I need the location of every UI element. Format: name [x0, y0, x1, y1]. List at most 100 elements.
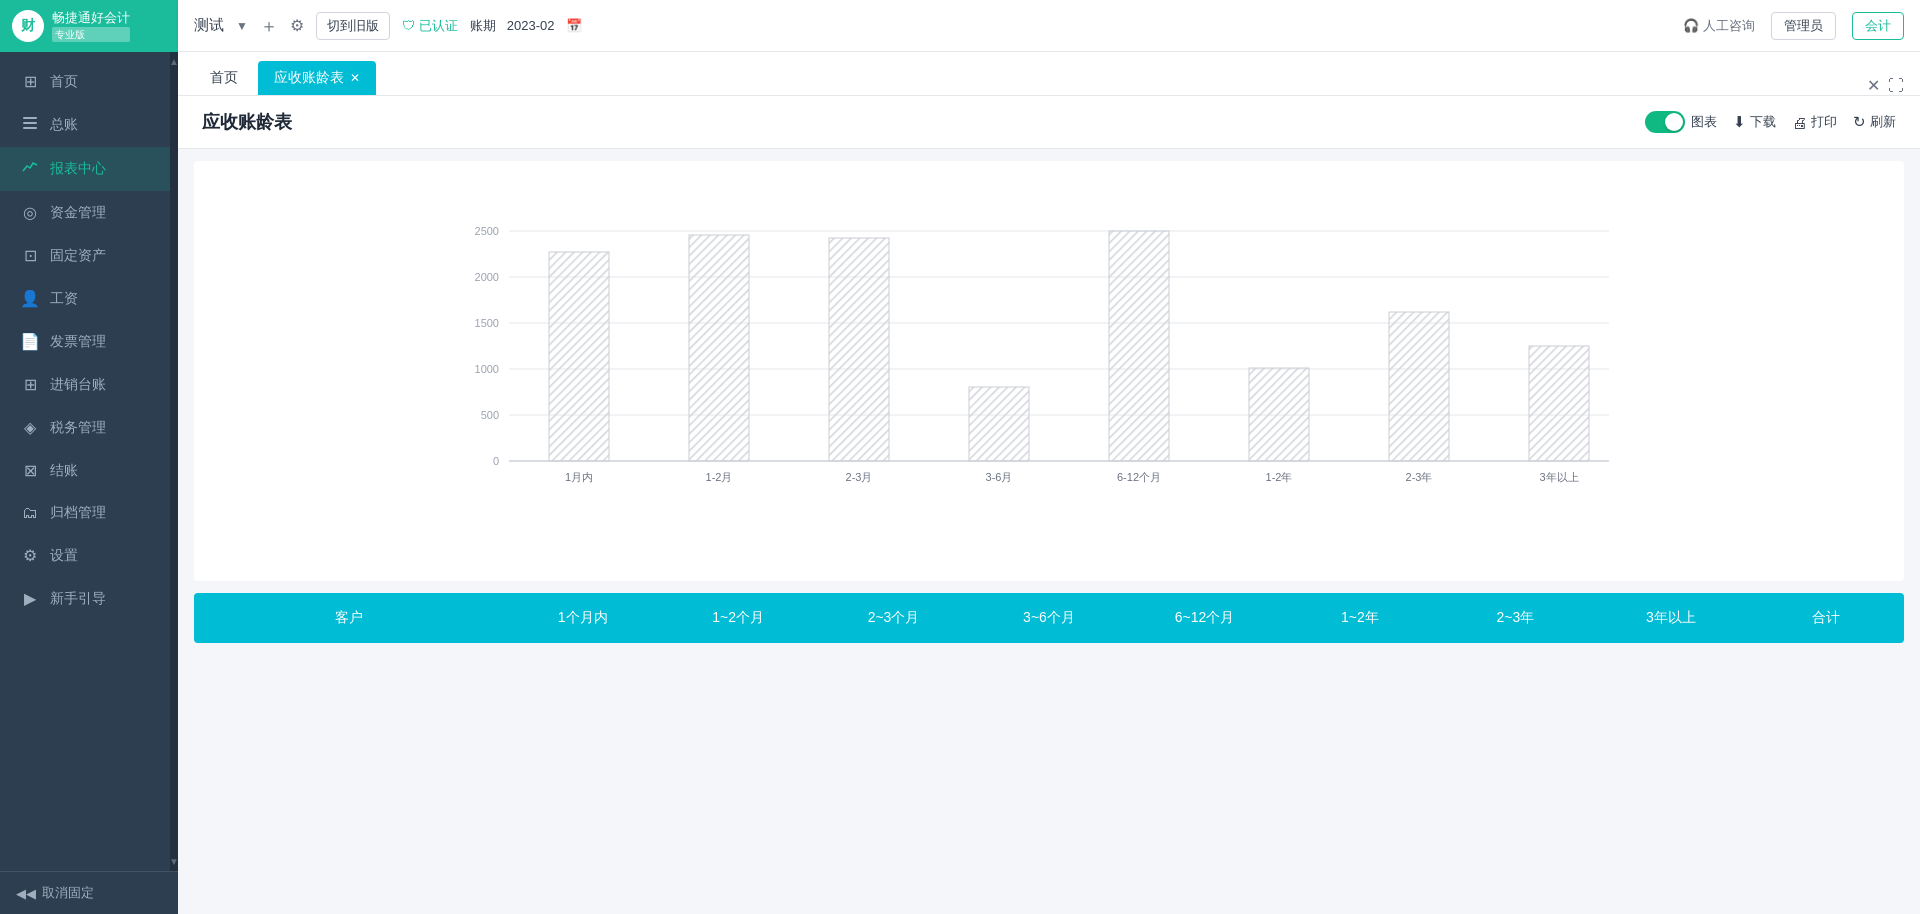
settings-icon: ⚙	[20, 546, 40, 565]
sidebar-item-archive[interactable]: 🗂 归档管理	[0, 492, 170, 534]
archive-icon: 🗂	[20, 504, 40, 522]
sidebar-label-home: 首页	[50, 73, 78, 91]
add-company-btn[interactable]: ＋	[260, 14, 278, 38]
svg-text:2-3年: 2-3年	[1406, 471, 1433, 483]
close-account-icon: ⊠	[20, 461, 40, 480]
svg-text:1-2年: 1-2年	[1266, 471, 1293, 483]
page-actions: 图表 ⬇ 下载 🖨 打印 ↻ 刷新	[1645, 111, 1896, 133]
refresh-btn[interactable]: ↻ 刷新	[1853, 113, 1896, 131]
svg-text:6-12个月: 6-12个月	[1117, 471, 1161, 483]
refresh-icon: ↻	[1853, 113, 1866, 131]
certified-badge: 🛡 已认证	[402, 17, 458, 35]
chart-toggle[interactable]	[1645, 111, 1685, 133]
table-header: 客户 1个月内 1~2个月 2~3个月 3~6个月 6~12个月 1~2年 2~…	[194, 593, 1904, 643]
app-badge: 专业版	[52, 27, 130, 42]
svg-rect-2	[23, 127, 37, 129]
download-icon: ⬇	[1733, 113, 1746, 131]
th-3plus-year: 3年以上	[1593, 593, 1748, 643]
sidebar-footer: ◀◀ 取消固定	[0, 871, 178, 914]
th-1-2year: 1~2年	[1282, 593, 1437, 643]
scroll-down-btn[interactable]: ▼	[169, 856, 178, 867]
tab-bar-actions: ✕ ⛶	[1867, 76, 1904, 95]
sidebar-item-home[interactable]: ⊞ 首页	[0, 60, 170, 103]
svg-text:3-6月: 3-6月	[986, 471, 1013, 483]
sidebar-item-tax[interactable]: ◈ 税务管理	[0, 406, 170, 449]
inventory-icon: ⊞	[20, 375, 40, 394]
print-btn[interactable]: 🖨 打印	[1792, 113, 1837, 131]
bar-1-2month	[689, 235, 749, 461]
svg-rect-1	[23, 122, 37, 124]
svg-text:0: 0	[493, 455, 499, 467]
settings-btn[interactable]: ⚙	[290, 16, 304, 35]
sidebar-item-salary[interactable]: 👤 工资	[0, 277, 170, 320]
sidebar-item-close[interactable]: ⊠ 结账	[0, 449, 170, 492]
window-close-btn[interactable]: ✕	[1867, 76, 1880, 95]
cancel-fixed-btn[interactable]: ◀◀ 取消固定	[16, 884, 162, 902]
page-content: 应收账龄表 图表 ⬇ 下载 🖨 打印 ↻ 刷新	[178, 96, 1920, 914]
sidebar-item-ledger[interactable]: 总账	[0, 103, 170, 147]
tab-bar: 首页 应收账龄表 ✕ ✕ ⛶	[178, 52, 1920, 96]
main-content: 测试 ▼ ＋ ⚙ 切到旧版 🛡 已认证 账期 2023-02 📅 🎧 人工咨询 …	[178, 0, 1920, 914]
switch-version-btn[interactable]: 切到旧版	[316, 12, 390, 40]
manager-btn[interactable]: 管理员	[1771, 12, 1836, 40]
refresh-label: 刷新	[1870, 113, 1896, 131]
sidebar-logo: 财 畅捷通好会计 专业版	[0, 0, 178, 52]
certified-label: 已认证	[419, 17, 458, 35]
sidebar-item-invoice[interactable]: 📄 发票管理	[0, 320, 170, 363]
home-icon: ⊞	[20, 72, 40, 91]
sidebar-item-settings[interactable]: ⚙ 设置	[0, 534, 170, 577]
th-3-6month: 3~6个月	[971, 593, 1126, 643]
bar-2-3year	[1389, 312, 1449, 461]
print-icon: 🖨	[1792, 114, 1807, 131]
cancel-fixed-label: 取消固定	[42, 884, 94, 902]
sidebar-label-close: 结账	[50, 462, 78, 480]
th-1month: 1个月内	[505, 593, 660, 643]
assets-icon: ⊡	[20, 246, 40, 265]
company-dropdown-btn[interactable]: ▼	[236, 19, 248, 33]
th-total: 合计	[1749, 593, 1904, 643]
sidebar-item-reports[interactable]: 报表中心	[0, 147, 170, 191]
page-header: 应收账龄表 图表 ⬇ 下载 🖨 打印 ↻ 刷新	[178, 96, 1920, 149]
sidebar: 财 畅捷通好会计 专业版 ⊞ 首页 总账 报表中心	[0, 0, 178, 914]
logo-icon: 财	[12, 10, 44, 42]
sidebar-item-inventory[interactable]: ⊞ 进销台账	[0, 363, 170, 406]
consult-btn[interactable]: 🎧 人工咨询	[1683, 17, 1755, 35]
sidebar-item-funds[interactable]: ◎ 资金管理	[0, 191, 170, 234]
sidebar-label-archive: 归档管理	[50, 504, 106, 522]
certified-icon: 🛡	[402, 18, 415, 33]
tab-home-label: 首页	[210, 69, 238, 87]
cancel-fixed-icon: ◀◀	[16, 886, 36, 901]
sidebar-label-settings: 设置	[50, 547, 78, 565]
page-title: 应收账龄表	[202, 110, 292, 134]
accountant-btn[interactable]: 会计	[1852, 12, 1904, 40]
svg-rect-0	[23, 117, 37, 119]
calendar-icon[interactable]: 📅	[566, 18, 582, 33]
bar-3-6month	[969, 387, 1029, 461]
period-value: 2023-02	[507, 18, 555, 33]
window-expand-btn[interactable]: ⛶	[1888, 77, 1904, 95]
ledger-icon	[20, 115, 40, 135]
headset-icon: 🎧	[1683, 18, 1699, 33]
sidebar-label-guide: 新手引导	[50, 590, 106, 608]
chart-toggle-label: 图表	[1691, 113, 1717, 131]
bar-6-12month	[1109, 231, 1169, 461]
th-customer: 客户	[194, 593, 505, 643]
sidebar-label-tax: 税务管理	[50, 419, 106, 437]
svg-text:2000: 2000	[475, 271, 499, 283]
table-area: 客户 1个月内 1~2个月 2~3个月 3~6个月 6~12个月 1~2年 2~…	[194, 593, 1904, 643]
tab-close-btn[interactable]: ✕	[350, 71, 360, 85]
tab-home[interactable]: 首页	[194, 61, 254, 95]
salary-icon: 👤	[20, 289, 40, 308]
bar-1-2year	[1249, 368, 1309, 461]
app-name: 畅捷通好会计	[52, 10, 130, 27]
sidebar-item-assets[interactable]: ⊡ 固定资产	[0, 234, 170, 277]
scroll-up-btn[interactable]: ▲	[169, 56, 178, 67]
sidebar-nav: ⊞ 首页 总账 报表中心 ◎ 资金管理 ⊡ 固定资产	[0, 52, 170, 871]
invoice-icon: 📄	[20, 332, 40, 351]
tab-aging[interactable]: 应收账龄表 ✕	[258, 61, 376, 95]
chart-toggle-wrap: 图表	[1645, 111, 1717, 133]
sidebar-item-guide[interactable]: ▶ 新手引导	[0, 577, 170, 620]
toggle-knob	[1665, 113, 1683, 131]
download-btn[interactable]: ⬇ 下载	[1733, 113, 1776, 131]
sidebar-label-ledger: 总账	[50, 116, 78, 134]
